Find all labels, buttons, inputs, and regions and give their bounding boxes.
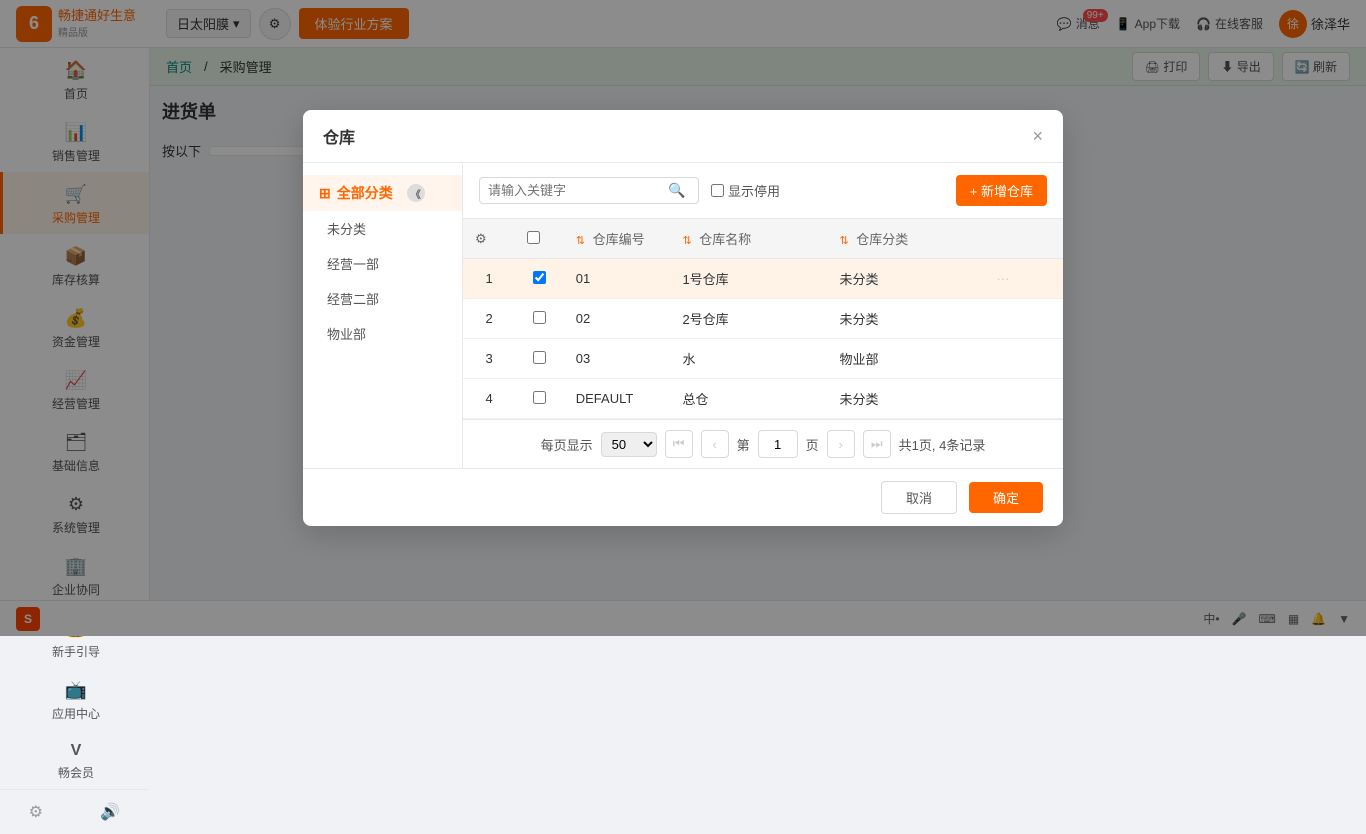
row-category: 未分类 bbox=[827, 259, 984, 299]
th-code[interactable]: ⇅ 仓库编号 bbox=[564, 219, 671, 259]
row-num: 2 bbox=[463, 299, 515, 339]
row-num: 3 bbox=[463, 339, 515, 379]
th-action bbox=[984, 219, 1063, 259]
search-input-wrap[interactable]: 🔍 bbox=[479, 177, 699, 204]
modal-title: 仓库 bbox=[323, 124, 355, 148]
more-icon[interactable]: ··· bbox=[996, 271, 1009, 286]
row-category: 未分类 bbox=[827, 379, 984, 419]
sort-icon-cat: ⇅ bbox=[839, 235, 848, 247]
search-input[interactable] bbox=[488, 183, 668, 198]
total-info: 共1页, 4条记录 bbox=[899, 435, 986, 454]
table-row[interactable]: 3 03 水 物业部 bbox=[463, 339, 1063, 379]
row-num: 4 bbox=[463, 379, 515, 419]
sidebar-item-member[interactable]: V 畅会员 bbox=[0, 730, 149, 789]
sidebar-item-apps[interactable]: 📺 应用中心 bbox=[0, 668, 149, 730]
row-category: 物业部 bbox=[827, 339, 984, 379]
category-panel: ⊞ 全部分类 《 未分类 经营一部 经营二部 物业部 bbox=[303, 163, 463, 468]
sort-icon-name: ⇅ bbox=[682, 235, 691, 247]
row-category: 未分类 bbox=[827, 299, 984, 339]
row-checkbox[interactable] bbox=[515, 379, 563, 419]
sort-icon: ⇅ bbox=[576, 235, 585, 247]
confirm-button[interactable]: 确定 bbox=[969, 482, 1043, 513]
warehouse-table: ⚙ ⇅ 仓库编号 ⇅ bbox=[463, 219, 1063, 419]
table-row[interactable]: 4 DEFAULT 总仓 未分类 bbox=[463, 379, 1063, 419]
page-input[interactable] bbox=[758, 430, 798, 458]
row-code: 03 bbox=[564, 339, 671, 379]
modal-body: ⊞ 全部分类 《 未分类 经营一部 经营二部 物业部 🔍 bbox=[303, 163, 1063, 468]
sidebar-bottom: ⚙ 🔊 bbox=[0, 789, 149, 834]
row-code: 01 bbox=[564, 259, 671, 299]
row-name: 水 bbox=[670, 339, 827, 379]
modal-header: 仓库 × bbox=[303, 110, 1063, 163]
category-all-item[interactable]: ⊞ 全部分类 《 bbox=[303, 175, 462, 211]
per-page-label: 每页显示 bbox=[541, 435, 593, 454]
row-action bbox=[984, 379, 1063, 419]
category-item-dept2[interactable]: 经营二部 bbox=[303, 281, 462, 316]
modal-close-button[interactable]: × bbox=[1032, 127, 1043, 145]
grid-icon: ⊞ bbox=[319, 185, 331, 202]
add-warehouse-button[interactable]: + 新增仓库 bbox=[956, 175, 1047, 206]
row-action: ··· bbox=[984, 259, 1063, 299]
collapse-button[interactable]: 《 bbox=[407, 184, 425, 202]
page-suffix: 页 bbox=[806, 435, 819, 454]
member-icon: V bbox=[71, 742, 82, 760]
first-page-button[interactable]: ⏮ bbox=[665, 430, 693, 458]
show-disabled-checkbox[interactable] bbox=[711, 184, 724, 197]
row-code: DEFAULT bbox=[564, 379, 671, 419]
row-name: 总仓 bbox=[670, 379, 827, 419]
sidebar-settings-button[interactable]: ⚙ bbox=[25, 798, 47, 826]
modal-overlay: 仓库 × ⊞ 全部分类 《 未分类 经营一部 经营二部 物业部 bbox=[0, 0, 1366, 636]
table-header-row: ⚙ ⇅ 仓库编号 ⇅ bbox=[463, 219, 1063, 259]
page-size-select[interactable]: 50 20 100 bbox=[601, 432, 657, 457]
warehouse-modal: 仓库 × ⊞ 全部分类 《 未分类 经营一部 经营二部 物业部 bbox=[303, 110, 1063, 526]
search-icon[interactable]: 🔍 bbox=[668, 182, 685, 199]
row-num: 1 bbox=[463, 259, 515, 299]
row-code: 02 bbox=[564, 299, 671, 339]
select-all-checkbox[interactable] bbox=[527, 231, 540, 244]
category-item-property[interactable]: 物业部 bbox=[303, 316, 462, 351]
pagination-bar: 每页显示 50 20 100 ⏮ ‹ 第 页 › ⏭ 共1页, 4条记录 bbox=[463, 419, 1063, 468]
right-panel: 🔍 显示停用 + 新增仓库 ⚙ bbox=[463, 163, 1063, 468]
sidebar-speaker-icon[interactable]: 🔊 bbox=[96, 798, 124, 826]
category-item-unclassified[interactable]: 未分类 bbox=[303, 211, 462, 246]
th-checkbox bbox=[515, 219, 563, 259]
modal-footer: 取消 确定 bbox=[303, 468, 1063, 526]
last-page-button[interactable]: ⏭ bbox=[863, 430, 891, 458]
row-name: 2号仓库 bbox=[670, 299, 827, 339]
row-checkbox[interactable] bbox=[515, 259, 563, 299]
right-toolbar: 🔍 显示停用 + 新增仓库 bbox=[463, 163, 1063, 219]
cancel-button[interactable]: 取消 bbox=[881, 481, 957, 514]
th-settings[interactable]: ⚙ bbox=[463, 219, 515, 259]
prev-page-button[interactable]: ‹ bbox=[701, 430, 729, 458]
category-item-dept1[interactable]: 经营一部 bbox=[303, 246, 462, 281]
page-label: 第 bbox=[737, 435, 750, 454]
table-row[interactable]: 2 02 2号仓库 未分类 bbox=[463, 299, 1063, 339]
th-category[interactable]: ⇅ 仓库分类 bbox=[827, 219, 984, 259]
row-action bbox=[984, 339, 1063, 379]
row-checkbox[interactable] bbox=[515, 299, 563, 339]
show-disabled-checkbox-label[interactable]: 显示停用 bbox=[711, 181, 780, 200]
next-page-button[interactable]: › bbox=[827, 430, 855, 458]
row-name: 1号仓库 bbox=[670, 259, 827, 299]
row-action bbox=[984, 299, 1063, 339]
table-row[interactable]: 1 01 1号仓库 未分类 ··· bbox=[463, 259, 1063, 299]
th-name[interactable]: ⇅ 仓库名称 bbox=[670, 219, 827, 259]
apps-icon: 📺 bbox=[65, 680, 87, 701]
row-checkbox[interactable] bbox=[515, 339, 563, 379]
